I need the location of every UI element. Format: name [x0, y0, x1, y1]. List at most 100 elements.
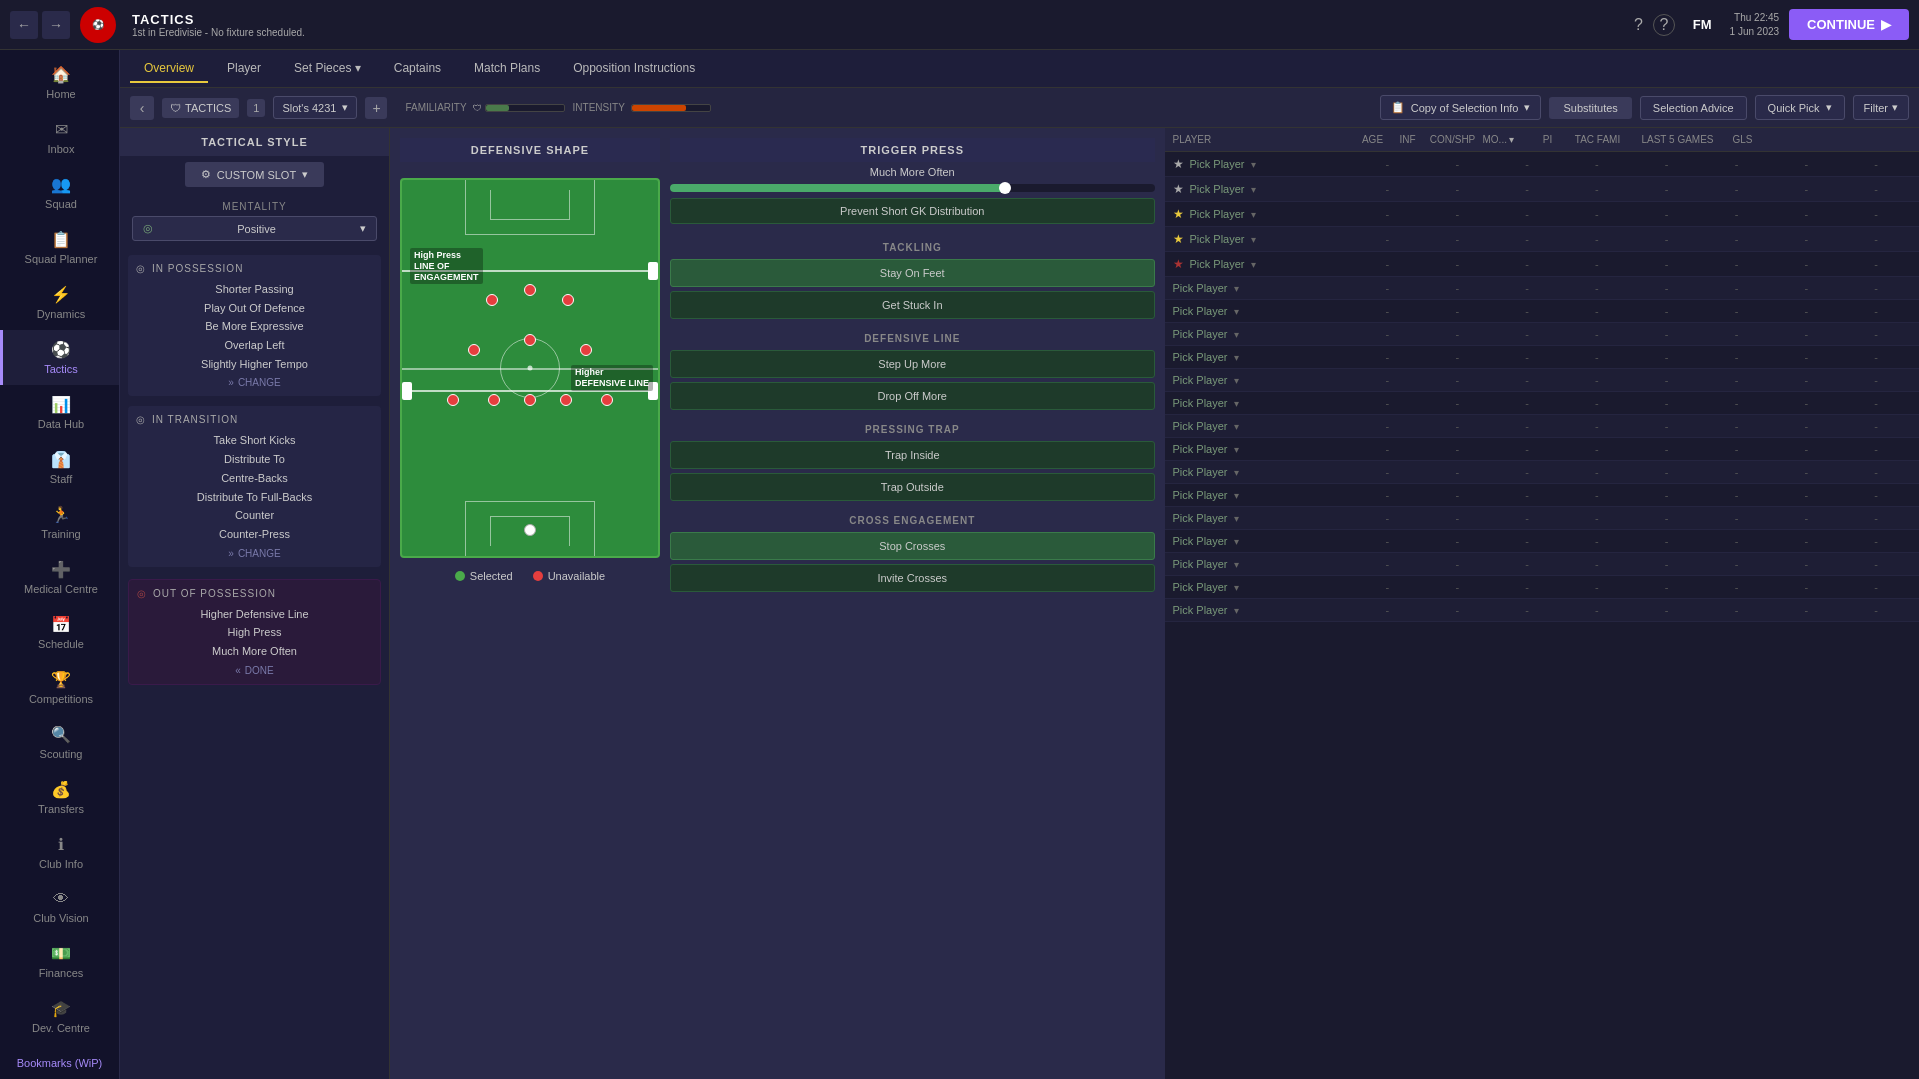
sidebar-item-home[interactable]: 🏠 Home: [0, 55, 119, 110]
step-up-more-button[interactable]: Step Up More: [670, 350, 1155, 378]
sidebar-item-medical[interactable]: ➕ Medical Centre: [0, 550, 119, 605]
player-row[interactable]: Pick Player ▾ - - - - - - - -: [1165, 576, 1920, 599]
player-row[interactable]: Pick Player ▾ - - - - - - - -: [1165, 461, 1920, 484]
trap-outside-button[interactable]: Trap Outside: [670, 473, 1155, 501]
chevron-down-icon[interactable]: ▾: [1234, 329, 1239, 340]
chevron-down-icon[interactable]: ▾: [1251, 234, 1256, 245]
chevron-down-icon[interactable]: ▾: [1251, 259, 1256, 270]
chevron-down-icon[interactable]: ▾: [1234, 444, 1239, 455]
chevron-down-icon[interactable]: ▾: [1234, 283, 1239, 294]
sidebar-item-club-vision[interactable]: 👁 Club Vision: [0, 880, 119, 934]
chevron-down-icon[interactable]: ▾: [1234, 421, 1239, 432]
chevron-down-icon[interactable]: ▾: [1234, 490, 1239, 501]
chevron-down-icon[interactable]: ▾: [1234, 352, 1239, 363]
player-row[interactable]: ★ Pick Player ▾ - - - - - - - -: [1165, 152, 1920, 177]
player-row[interactable]: Pick Player ▾ - - - - - - - -: [1165, 369, 1920, 392]
stay-on-feet-button[interactable]: Stay On Feet: [670, 259, 1155, 287]
last5-cell: -: [1771, 397, 1841, 409]
chevron-down-icon[interactable]: ▾: [1234, 536, 1239, 547]
get-stuck-in-button[interactable]: Get Stuck In: [670, 291, 1155, 319]
tab-captains[interactable]: Captains: [380, 55, 455, 83]
chevron-down-icon[interactable]: ▾: [1234, 559, 1239, 570]
sidebar-item-dynamics[interactable]: ⚡ Dynamics: [0, 275, 119, 330]
player-row[interactable]: Pick Player ▾ - - - - - - - -: [1165, 599, 1920, 622]
sidebar-item-training[interactable]: 🏃 Training: [0, 495, 119, 550]
player-row[interactable]: Pick Player ▾ - - - - - - - -: [1165, 484, 1920, 507]
tab-set-pieces[interactable]: Set Pieces ▾: [280, 55, 375, 83]
mentality-dropdown[interactable]: ◎ Positive ▾: [132, 216, 377, 241]
sidebar-item-club-info[interactable]: ℹ Club Info: [0, 825, 119, 880]
chevron-down-icon[interactable]: ▾: [1234, 467, 1239, 478]
player-name-cell: ★ Pick Player ▾: [1173, 182, 1353, 196]
sidebar-item-data-hub[interactable]: 📊 Data Hub: [0, 385, 119, 440]
player-row[interactable]: Pick Player ▾ - - - - - - - -: [1165, 346, 1920, 369]
defensive-line-header: DEFENSIVE LINE: [670, 333, 1155, 344]
custom-slot-button[interactable]: ⚙ CUSTOM SLOT ▾: [185, 162, 324, 187]
tab-overview[interactable]: Overview: [130, 55, 208, 83]
player-row[interactable]: Pick Player ▾ - - - - - - - -: [1165, 553, 1920, 576]
player-row[interactable]: Pick Player ▾ - - - - - - - -: [1165, 323, 1920, 346]
sidebar-item-scouting[interactable]: 🔍 Scouting: [0, 715, 119, 770]
tab-opposition[interactable]: Opposition Instructions: [559, 55, 709, 83]
sidebar-item-schedule[interactable]: 📅 Schedule: [0, 605, 119, 660]
sidebar-item-squad[interactable]: 👥 Squad: [0, 165, 119, 220]
in-transition-change-button[interactable]: » CHANGE: [228, 548, 280, 559]
sidebar-item-inbox[interactable]: ✉ Inbox: [0, 110, 119, 165]
player-row[interactable]: ★ Pick Player ▾ - - - - - - - -: [1165, 227, 1920, 252]
stop-crosses-button[interactable]: Stop Crosses: [670, 532, 1155, 560]
nav-arrows[interactable]: ← →: [10, 11, 70, 39]
sidebar-item-competitions[interactable]: 🏆 Competitions: [0, 660, 119, 715]
invite-crosses-button[interactable]: Invite Crosses: [670, 564, 1155, 592]
player-row[interactable]: Pick Player ▾ - - - - - - - -: [1165, 392, 1920, 415]
chevron-down-icon[interactable]: ▾: [1251, 209, 1256, 220]
player-row[interactable]: Pick Player ▾ - - - - - - - -: [1165, 415, 1920, 438]
tab-match-plans[interactable]: Match Plans: [460, 55, 554, 83]
drop-off-more-button[interactable]: Drop Off More: [670, 382, 1155, 410]
chevron-down-icon[interactable]: ▾: [1251, 184, 1256, 195]
trap-inside-button[interactable]: Trap Inside: [670, 441, 1155, 469]
mo-cell: -: [1562, 351, 1632, 363]
player-row[interactable]: Pick Player ▾ - - - - - - - -: [1165, 507, 1920, 530]
chevron-down-icon[interactable]: ▾: [1251, 159, 1256, 170]
continue-button[interactable]: CONTINUE ▶: [1789, 9, 1909, 40]
sidebar-item-staff[interactable]: 👔 Staff: [0, 440, 119, 495]
player-row[interactable]: ★ Pick Player ▾ - - - - - - - -: [1165, 252, 1920, 277]
sidebar-item-transfers[interactable]: 💰 Transfers: [0, 770, 119, 825]
chevron-down-icon[interactable]: ▾: [1234, 582, 1239, 593]
tab-player[interactable]: Player: [213, 55, 275, 83]
sidebar-item-tactics[interactable]: ⚽ Tactics: [0, 330, 119, 385]
forward-button[interactable]: →: [42, 11, 70, 39]
chevron-down-icon[interactable]: ▾: [1234, 306, 1239, 317]
back-button[interactable]: ←: [10, 11, 38, 39]
bookmarks-button[interactable]: Bookmarks (WiP): [0, 1047, 119, 1079]
sidebar-item-dev-centre[interactable]: 🎓 Dev. Centre: [0, 989, 119, 1044]
trigger-press-bar[interactable]: [670, 184, 1155, 192]
selection-advice-button[interactable]: Selection Advice: [1640, 96, 1747, 120]
pi-cell: -: [1632, 466, 1702, 478]
prevent-gk-button[interactable]: Prevent Short GK Distribution: [670, 198, 1155, 224]
chevron-down-icon[interactable]: ▾: [1234, 398, 1239, 409]
help-icon[interactable]: ?: [1634, 16, 1643, 34]
chevron-down-icon[interactable]: ▾: [1234, 375, 1239, 386]
substitutes-button[interactable]: Substitutes: [1549, 97, 1631, 119]
player-row[interactable]: ★ Pick Player ▾ - - - - - - - -: [1165, 177, 1920, 202]
copy-dropdown[interactable]: 📋 Copy of Selection Info ▾: [1380, 95, 1542, 120]
player-row[interactable]: ★ Pick Player ▾ - - - - - - - -: [1165, 202, 1920, 227]
player-row[interactable]: Pick Player ▾ - - - - - - - -: [1165, 530, 1920, 553]
in-possession-change-button[interactable]: » CHANGE: [228, 377, 280, 388]
quick-pick-button[interactable]: Quick Pick ▾: [1755, 95, 1845, 120]
player-row[interactable]: Pick Player ▾ - - - - - - - -: [1165, 277, 1920, 300]
player-row[interactable]: Pick Player ▾ - - - - - - - -: [1165, 438, 1920, 461]
player-row[interactable]: Pick Player ▾ - - - - - - - -: [1165, 300, 1920, 323]
chevron-down-icon[interactable]: ▾: [1234, 513, 1239, 524]
sidebar-item-squad-planner[interactable]: 📋 Squad Planner: [0, 220, 119, 275]
sidebar-item-label: Club Info: [39, 858, 83, 870]
filter-button[interactable]: Filter ▾: [1853, 95, 1909, 120]
chevron-down-icon[interactable]: ▾: [1234, 605, 1239, 616]
slot-selector[interactable]: Slot's 4231 ▾: [273, 96, 357, 119]
out-possession-done-button[interactable]: « DONE: [235, 665, 273, 676]
collapse-button[interactable]: ‹: [130, 96, 154, 120]
add-slot-button[interactable]: +: [365, 97, 387, 119]
sidebar-item-finances[interactable]: 💵 Finances: [0, 934, 119, 989]
question-icon[interactable]: ?: [1653, 14, 1675, 36]
